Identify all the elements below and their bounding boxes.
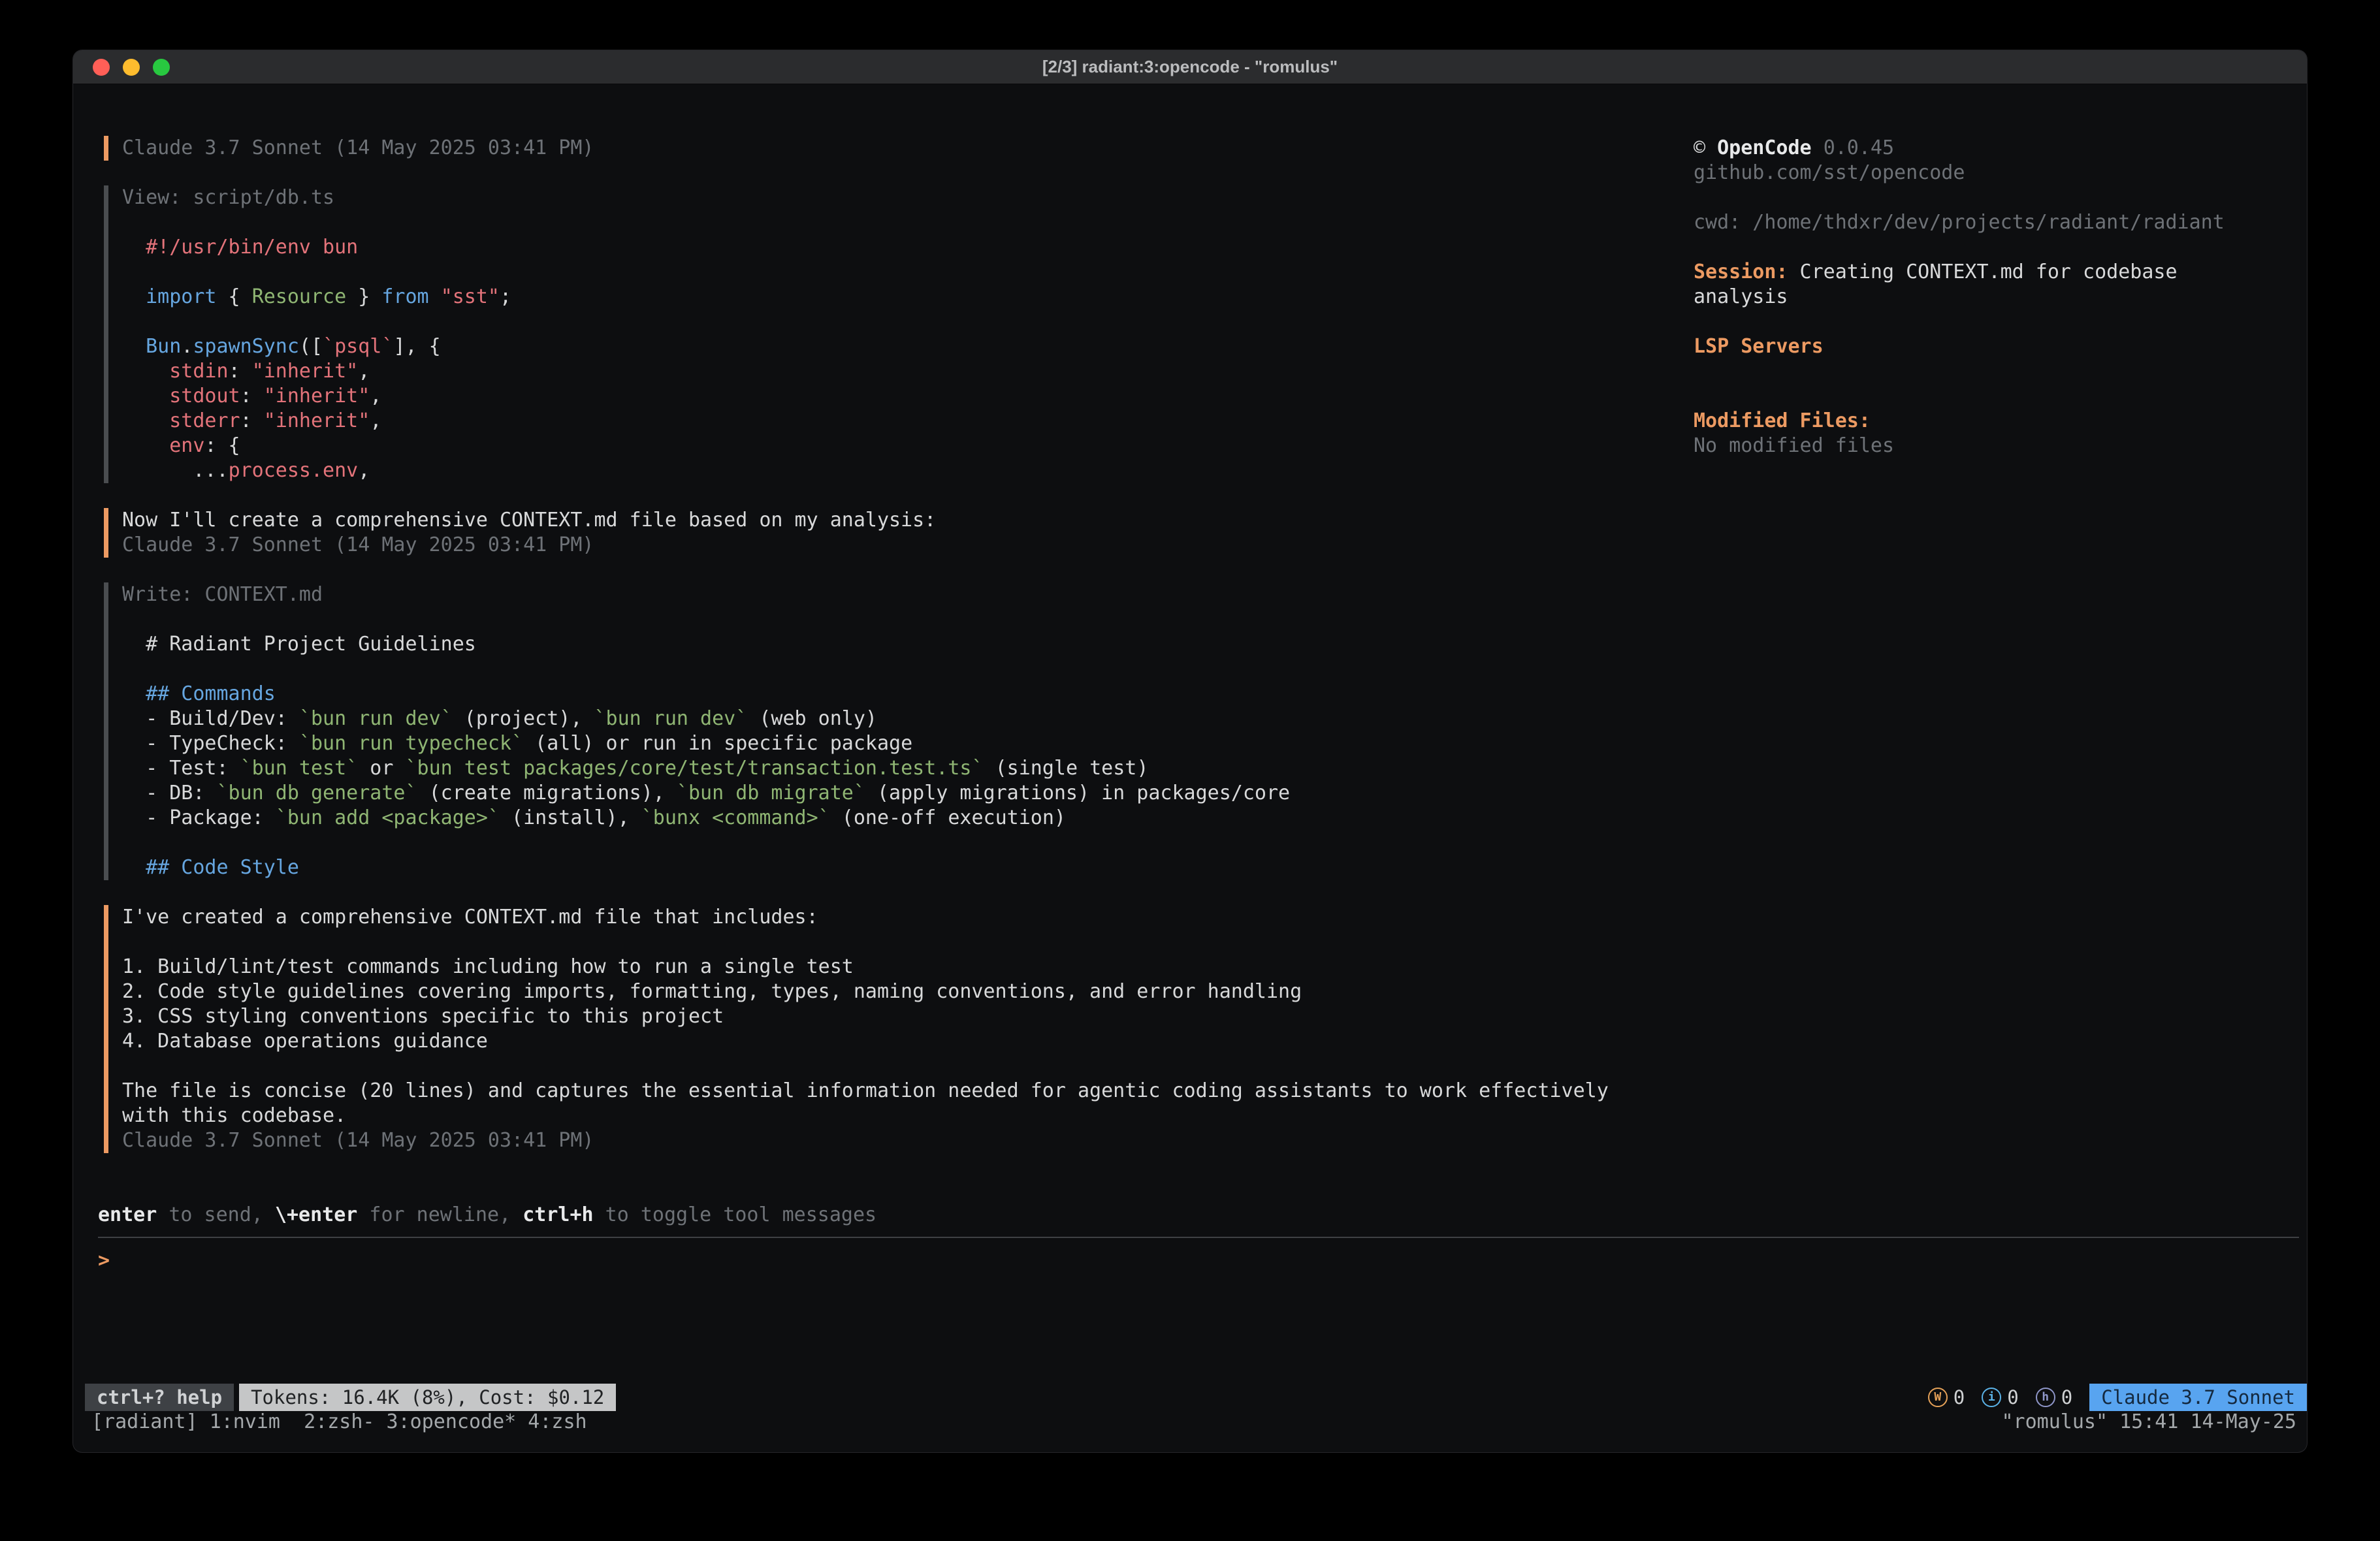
warning-counter: W 0 xyxy=(1928,1386,1965,1408)
tmux-session-info: "romulus" 15:41 14-May-25 xyxy=(2001,1410,2296,1433)
info-icon: i xyxy=(1982,1388,2001,1407)
hint-counter: h 0 xyxy=(2036,1386,2072,1408)
info-count: 0 xyxy=(2007,1386,2018,1408)
hint-icon: h xyxy=(2036,1388,2055,1407)
tmux-status-bar: [radiant] 1:nvim 2:zsh- 3:opencode* 4:zs… xyxy=(91,1409,2296,1434)
prompt-input[interactable]: > xyxy=(98,1248,2299,1273)
info-counter: i 0 xyxy=(1982,1386,2018,1408)
status-bar: ctrl+? help Tokens: 16.4K (8%), Cost: $0… xyxy=(85,1384,2307,1411)
assistant-note-block: Now I'll create a comprehensive CONTEXT.… xyxy=(104,508,2299,558)
tool-write-block: Write: CONTEXT.md # Radiant Project Guid… xyxy=(104,582,2299,880)
window-titlebar[interactable]: [2/3] radiant:3:opencode - "romulus" xyxy=(73,50,2307,84)
tokens-cost-chip: Tokens: 16.4K (8%), Cost: $0.12 xyxy=(239,1384,616,1411)
assistant-result-block: I've created a comprehensive CONTEXT.md … xyxy=(104,905,2299,1153)
help-shortcut-chip[interactable]: ctrl+? help xyxy=(85,1384,234,1411)
window-title: [2/3] radiant:3:opencode - "romulus" xyxy=(1042,57,1338,77)
hint-count: 0 xyxy=(2061,1386,2072,1408)
diagnostics-counters: W 0 i 0 h 0 xyxy=(1928,1386,2072,1408)
input-hints: enter to send, \+enter for newline, ctrl… xyxy=(98,1203,2299,1228)
prompt-symbol: > xyxy=(98,1249,110,1272)
traffic-lights xyxy=(93,50,170,84)
input-divider xyxy=(98,1237,2299,1238)
model-badge[interactable]: Claude 3.7 Sonnet xyxy=(2089,1384,2307,1411)
zoom-button[interactable] xyxy=(153,59,170,76)
terminal-window: [2/3] radiant:3:opencode - "romulus" Cla… xyxy=(73,50,2307,1452)
minimize-button[interactable] xyxy=(123,59,140,76)
tmux-window-list[interactable]: [radiant] 1:nvim 2:zsh- 3:opencode* 4:zs… xyxy=(91,1410,587,1433)
sidebar: © OpenCode 0.0.45github.com/sst/opencode… xyxy=(1694,136,2294,458)
warning-icon: W xyxy=(1928,1388,1948,1407)
warning-count: 0 xyxy=(1954,1386,1965,1408)
close-button[interactable] xyxy=(93,59,110,76)
